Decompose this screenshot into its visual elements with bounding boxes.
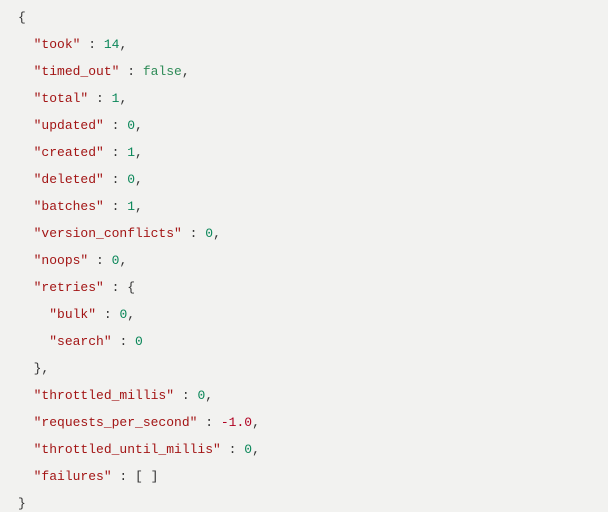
json-key: "took" [34,37,81,52]
brace-close: }, [34,361,50,376]
json-key: "failures" [34,469,112,484]
json-key: "retries" [34,280,104,295]
brace-open: { [127,280,135,295]
brace-open: { [18,10,26,25]
json-key: "search" [49,334,111,349]
json-number: 0 [127,172,135,187]
json-number: 0 [127,118,135,133]
json-key: "total" [34,91,89,106]
json-array: [ ] [135,469,158,484]
json-key: "timed_out" [34,64,120,79]
json-key: "deleted" [34,172,104,187]
json-key: "noops" [34,253,89,268]
json-key: "batches" [34,199,104,214]
json-code-block: { "took" : 14, "timed_out" : false, "tot… [0,0,608,512]
json-boolean: false [143,64,182,79]
json-key: "version_conflicts" [34,226,182,241]
json-number: 14 [104,37,120,52]
json-number: -1.0 [221,415,252,430]
brace-close: } [18,496,26,511]
json-key: "created" [34,145,104,160]
json-number: 1 [127,199,135,214]
json-key: "updated" [34,118,104,133]
json-key: "throttled_millis" [34,388,174,403]
json-key: "requests_per_second" [34,415,198,430]
json-key: "bulk" [49,307,96,322]
json-number: 0 [244,442,252,457]
json-number: 0 [135,334,143,349]
json-number: 1 [127,145,135,160]
json-key: "throttled_until_millis" [34,442,221,457]
json-number: 0 [205,226,213,241]
